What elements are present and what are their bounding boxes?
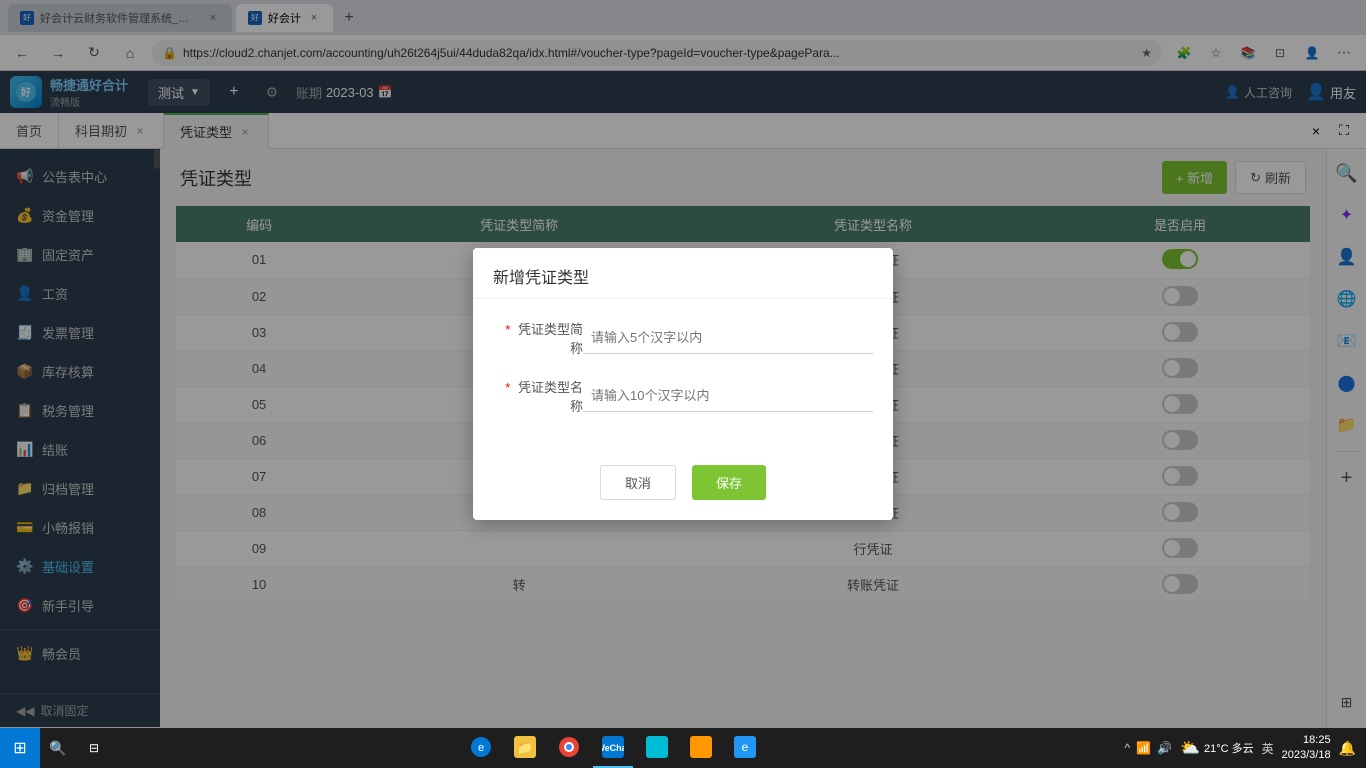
dialog-footer: 取消 保存 [473,455,893,520]
sys-tray-icons: ^ 📶 🔊 [1125,741,1173,755]
taskbar-edge2[interactable]: e [725,728,765,768]
save-button[interactable]: 保存 [692,465,766,500]
taskbar-right: ^ 📶 🔊 ⛅ 21°C 多云 英 18:25 2023/3/18 🔔 [1115,733,1366,764]
abbr-label: * 凭证类型简称 [493,319,583,357]
name-label-text: 凭证类型名称 [518,380,583,414]
abbr-required: * [505,322,510,337]
svg-text:WeChat: WeChat [602,743,624,753]
svg-text:📁: 📁 [517,740,533,755]
taskbar-clock: 18:25 2023/3/18 [1282,733,1331,764]
taskbar-explorer[interactable]: 📁 [505,728,545,768]
taskbar-indicators: 英 [1262,740,1274,757]
taskbar-date: 2023/3/18 [1282,748,1331,763]
taskbar-search-btn[interactable]: 🔍 [40,730,76,766]
dialog-overlay: 新增凭证类型 * 凭证类型简称 * 凭证类型名称 取消 保存 [0,0,1366,768]
form-row-abbr: * 凭证类型简称 [493,319,873,357]
svg-text:e: e [742,740,749,754]
name-label: * 凭证类型名称 [493,377,583,415]
taskbar-files[interactable] [681,728,721,768]
language-label: 英 [1262,740,1274,757]
notification-btn[interactable]: 🔔 [1339,740,1356,757]
taskbar-task-view[interactable]: ⊟ [76,730,112,766]
dialog-header: 新增凭证类型 [473,248,893,299]
weather-area: ⛅ 21°C 多云 [1180,738,1254,758]
taskbar-store[interactable] [637,728,677,768]
taskbar: ⊞ 🔍 ⊟ e 📁 WeChat e ^ 📶 🔊 ⛅ [0,728,1366,768]
taskbar-apps: e 📁 WeChat e [112,728,1115,768]
taskbar-app-main[interactable]: WeChat [593,728,633,768]
form-row-name: * 凭证类型名称 [493,377,873,415]
cancel-button[interactable]: 取消 [600,465,676,500]
tray-up-icon[interactable]: ^ [1125,741,1131,755]
taskbar-chrome[interactable] [549,728,589,768]
abbr-label-text: 凭证类型简称 [518,322,583,356]
name-required: * [505,380,510,395]
start-button[interactable]: ⊞ [0,728,40,768]
taskbar-edge[interactable]: e [461,728,501,768]
weather-temp: 21°C 多云 [1204,740,1254,756]
tray-network-icon: 📶 [1136,741,1151,755]
weather-icon: ⛅ [1180,738,1200,758]
name-input[interactable] [583,380,873,412]
svg-text:e: e [478,742,484,754]
dialog-body: * 凭证类型简称 * 凭证类型名称 [473,299,893,455]
new-voucher-dialog: 新增凭证类型 * 凭证类型简称 * 凭证类型名称 取消 保存 [473,248,893,520]
taskbar-time: 18:25 [1282,733,1331,748]
tray-audio-icon: 🔊 [1157,741,1172,755]
abbr-input[interactable] [583,322,873,354]
